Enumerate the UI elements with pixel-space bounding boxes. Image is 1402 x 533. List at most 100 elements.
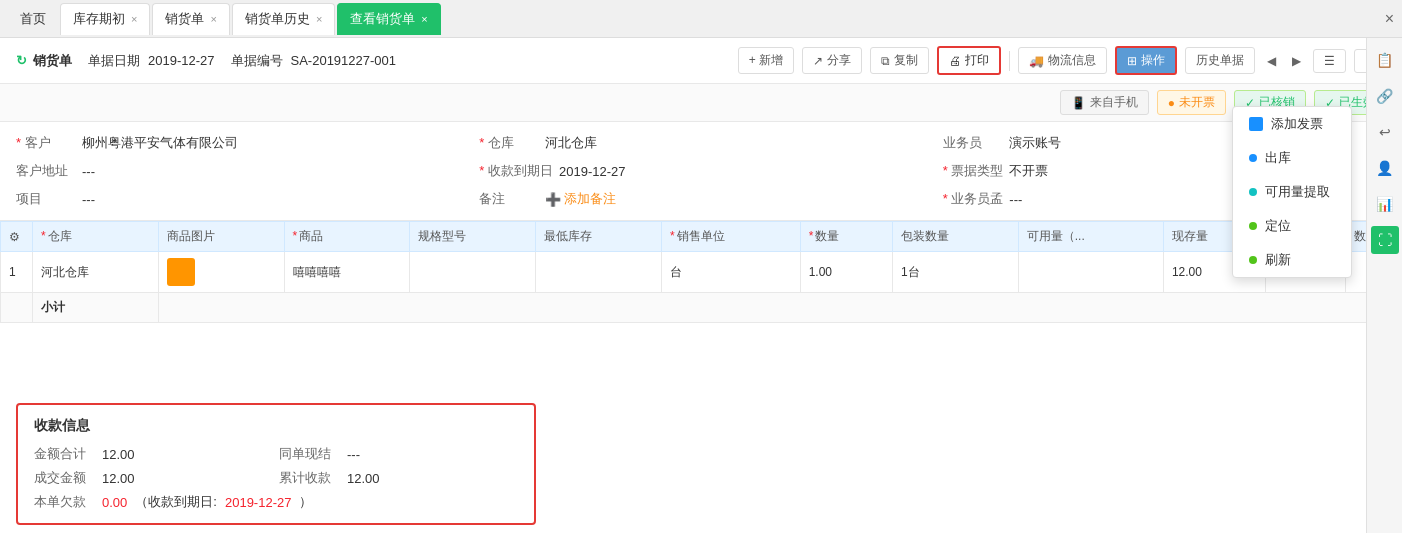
tab-sales-history[interactable]: 销货单历史 × xyxy=(232,3,335,35)
not-open-icon: ● xyxy=(1168,96,1175,110)
refresh-label: 刷新 xyxy=(1265,251,1291,269)
subtotal-label xyxy=(1,293,33,323)
cumulative-label: 累计收款 xyxy=(279,469,339,487)
customer-field: 客户 柳州粤港平安气体有限公司 xyxy=(16,134,459,152)
project-field: 项目 --- xyxy=(16,190,459,208)
total-amount-value: 12.00 xyxy=(102,447,135,462)
tab-sales-history-close[interactable]: × xyxy=(316,13,322,25)
logistics-label: 物流信息 xyxy=(1048,52,1096,69)
due-date-value: 2019-12-27 xyxy=(559,164,626,179)
sidebar-copy-icon[interactable]: 📋 xyxy=(1371,46,1399,74)
nav-next-arrow[interactable]: ▶ xyxy=(1288,52,1305,70)
same-order-row: 同单现结 --- xyxy=(279,445,518,463)
operations-dropdown: 添加发票 出库 可用量提取 定位 刷新 xyxy=(1232,106,1352,278)
transaction-label: 成交金额 xyxy=(34,469,94,487)
available-qty-icon xyxy=(1249,188,1257,196)
operations-button[interactable]: ⊞ 操作 xyxy=(1115,46,1177,75)
sidebar-expand-icon[interactable]: ⛶ xyxy=(1371,226,1399,254)
new-button[interactable]: + 新增 xyxy=(738,47,794,74)
tab-inventory[interactable]: 库存期初 × xyxy=(60,3,150,35)
doc-title: ↻ 销货单 xyxy=(16,52,72,70)
subtotal-row: 小计 xyxy=(1,293,1402,323)
payment-info-grid: 金额合计 12.00 同单现结 --- 成交金额 12.00 累计收款 12.0… xyxy=(34,445,518,511)
salesperson-value: --- xyxy=(1009,192,1022,207)
sidebar-user-icon[interactable]: 👤 xyxy=(1371,154,1399,182)
tab-view-sales[interactable]: 查看销货单 × xyxy=(337,3,440,35)
note-label: 备注 xyxy=(479,190,539,208)
tab-bar: 首页 库存期初 × 销货单 × 销货单历史 × 查看销货单 × × xyxy=(0,0,1402,38)
toolbar: + 新增 ↗ 分享 ⧉ 复制 🖨 打印 🚚 物流信息 ⊞ 操作 xyxy=(738,46,1386,75)
share-label: 分享 xyxy=(827,52,851,69)
col-settings[interactable]: ⚙ xyxy=(1,222,33,252)
add-invoice-label: 添加发票 xyxy=(1271,115,1323,133)
dropdown-add-invoice[interactable]: 添加发票 xyxy=(1233,107,1351,141)
tab-sales[interactable]: 销货单 × xyxy=(152,3,229,35)
logistics-button[interactable]: 🚚 物流信息 xyxy=(1018,47,1107,74)
col-product: *商品 xyxy=(284,222,410,252)
row-sales-unit: 台 xyxy=(661,252,800,293)
balance-date: 2019-12-27 xyxy=(225,495,292,510)
doc-number-meta: 单据编号 SA-20191227-001 xyxy=(231,52,397,70)
cumulative-value: 12.00 xyxy=(347,471,380,486)
share-button[interactable]: ↗ 分享 xyxy=(802,47,862,74)
tab-sales-close[interactable]: × xyxy=(210,13,216,25)
print-button[interactable]: 🖨 打印 xyxy=(937,46,1001,75)
copy-icon: ⧉ xyxy=(881,54,890,68)
row-product: 嘻嘻嘻嘻 xyxy=(284,252,410,293)
right-sidebar: 📋 🔗 ↩ 👤 📊 ⛶ xyxy=(1366,38,1402,533)
history-button[interactable]: 历史单据 xyxy=(1185,47,1255,74)
sales-order-icon: ↻ xyxy=(16,53,27,68)
tab-view-sales-close[interactable]: × xyxy=(421,13,427,25)
dropdown-refresh[interactable]: 刷新 xyxy=(1233,243,1351,277)
balance-row: 本单欠款 0.00 （收款到期日: 2019-12-27 ） xyxy=(34,493,518,511)
operations-label: 操作 xyxy=(1141,52,1165,69)
main-content: ↻ 销货单 单据日期 2019-12-27 单据编号 SA-20191227-0… xyxy=(0,38,1402,533)
doc-date-meta: 单据日期 2019-12-27 xyxy=(88,52,215,70)
subtotal-values xyxy=(158,293,1401,323)
table-container: ⚙ *仓库 商品图片 *商品 规格型号 最低库存 *销售单位 *数量 包装数量 … xyxy=(0,221,1402,395)
from-phone-button[interactable]: 📱 来自手机 xyxy=(1060,90,1149,115)
refresh-icon xyxy=(1249,256,1257,264)
nav-prev-arrow[interactable]: ◀ xyxy=(1263,52,1280,70)
tab-sales-label: 销货单 xyxy=(165,10,204,28)
col-product-img: 商品图片 xyxy=(158,222,284,252)
transaction-value: 12.00 xyxy=(102,471,135,486)
invoice-icon xyxy=(1249,117,1263,131)
sidebar-return-icon[interactable]: ↩ xyxy=(1371,118,1399,146)
address-label: 客户地址 xyxy=(16,162,76,180)
product-image xyxy=(167,258,195,286)
col-min-stock: 最低库存 xyxy=(536,222,662,252)
note-add-label: 添加备注 xyxy=(564,190,616,208)
view-toggle-list[interactable]: ☰ xyxy=(1313,49,1346,73)
warehouse-label: 仓库 xyxy=(479,134,539,152)
payment-info-title: 收款信息 xyxy=(34,417,518,435)
dropdown-available-qty[interactable]: 可用量提取 xyxy=(1233,175,1351,209)
not-open-button[interactable]: ● 未开票 xyxy=(1157,90,1226,115)
col-warehouse: *仓库 xyxy=(33,222,159,252)
copy-button[interactable]: ⧉ 复制 xyxy=(870,47,929,74)
dropdown-locate[interactable]: 定位 xyxy=(1233,209,1351,243)
bill-type-value: 不开票 xyxy=(1009,162,1048,180)
col-pack-qty: 包装数量 xyxy=(892,222,1018,252)
tab-inventory-close[interactable]: × xyxy=(131,13,137,25)
history-label: 历史单据 xyxy=(1196,52,1244,69)
add-note-button[interactable]: ➕ 添加备注 xyxy=(545,190,616,208)
locate-label: 定位 xyxy=(1265,217,1291,235)
balance-close: ） xyxy=(299,493,312,511)
dropdown-outbound[interactable]: 出库 xyxy=(1233,141,1351,175)
tab-sales-history-label: 销货单历史 xyxy=(245,10,310,28)
sidebar-link-icon[interactable]: 🔗 xyxy=(1371,82,1399,110)
same-order-label: 同单现结 xyxy=(279,445,339,463)
copy-label: 复制 xyxy=(894,52,918,69)
tab-inventory-label: 库存期初 xyxy=(73,10,125,28)
window-close-button[interactable]: × xyxy=(1385,10,1394,28)
row-qty: 1.00 xyxy=(800,252,892,293)
tab-view-sales-label: 查看销货单 xyxy=(350,10,415,28)
transaction-row: 成交金额 12.00 xyxy=(34,469,273,487)
sidebar-chart-icon[interactable]: 📊 xyxy=(1371,190,1399,218)
same-order-value: --- xyxy=(347,447,360,462)
row-warehouse: 河北仓库 xyxy=(33,252,159,293)
tab-home[interactable]: 首页 xyxy=(8,4,58,34)
subtotal-spacer: 小计 xyxy=(33,293,159,323)
note-field: 备注 ➕ 添加备注 xyxy=(479,190,922,208)
